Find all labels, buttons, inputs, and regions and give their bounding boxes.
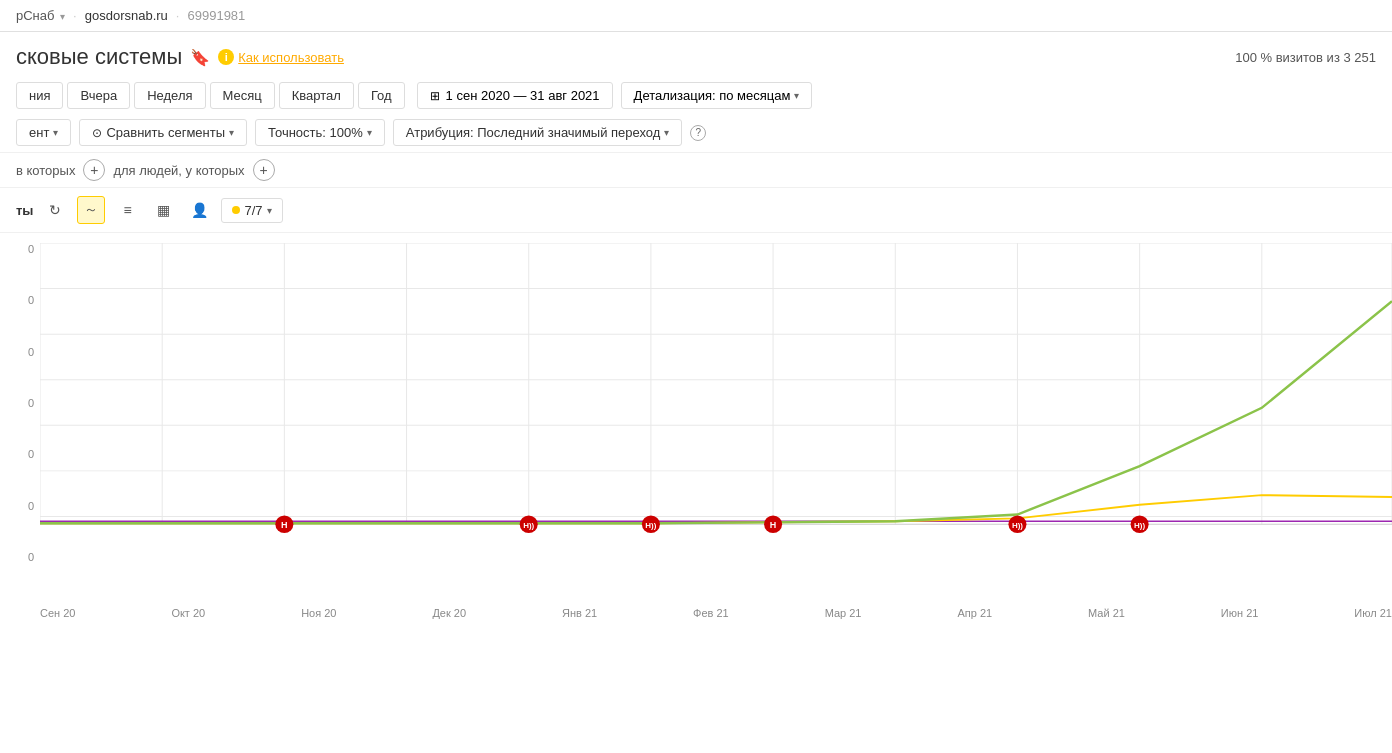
period-btn-year[interactable]: Год [358, 82, 405, 109]
visits-info: 100 % визитов из 3 251 [1235, 50, 1376, 65]
date-range-label: 1 сен 2020 — 31 авг 2021 [446, 88, 600, 103]
chevron-down-icon: ▾ [229, 127, 234, 138]
period-btn-yesterday[interactable]: Вчера [67, 82, 130, 109]
line-chart-icon: ～ [84, 201, 98, 219]
svg-text:Н)): Н)) [523, 521, 534, 530]
annotation-feb21[interactable]: Н)) [642, 515, 660, 532]
add-condition-btn-2[interactable]: + [253, 159, 275, 181]
bar-chart-btn[interactable]: ▦ [149, 196, 177, 224]
accuracy-label: Точность: 100% [268, 125, 363, 140]
yellow-line [40, 495, 1392, 523]
y-axis-labels: 0 0 0 0 0 0 0 [0, 243, 40, 563]
calendar-icon: ⊞ [430, 89, 440, 103]
people-btn[interactable]: 👤 [185, 196, 213, 224]
compare-segments-btn[interactable]: ⊙ Сравнить сегменты ▾ [79, 119, 247, 146]
annotation-noy20[interactable]: Н [275, 515, 293, 532]
chart-toolbar: ты ↻ ～ ≡ ▦ 👤 7/7 ▾ [0, 188, 1392, 233]
date-toolbar: ния Вчера Неделя Месяц Квартал Год ⊞ 1 с… [0, 78, 1392, 113]
annotation-jan21[interactable]: Н)) [520, 515, 538, 532]
segment-toolbar: ент ▾ ⊙ Сравнить сегменты ▾ Точность: 10… [0, 113, 1392, 153]
svg-text:Н: Н [281, 520, 288, 530]
app-name[interactable]: рСнаб ▾ [16, 8, 65, 23]
chevron-down-icon: ▾ [267, 205, 272, 216]
site-url[interactable]: gosdorsnab.ru [85, 8, 168, 23]
chart-svg: Н Н)) Н)) Н Н)) Н)) [40, 243, 1392, 563]
annotation-may21[interactable]: Н)) [1008, 515, 1026, 532]
condition-text-1: в которых [16, 163, 75, 178]
chevron-down-icon: ▾ [664, 127, 669, 138]
detail-btn[interactable]: Детализация: по месяцам ▾ [621, 82, 813, 109]
how-to-use-label: Как использовать [238, 50, 344, 65]
period-btn-today[interactable]: ния [16, 82, 63, 109]
condition-bar: в которых + для людей, у которых + [0, 153, 1392, 188]
site-id: 69991981 [187, 8, 245, 23]
bar-chart-icon: ▦ [157, 202, 170, 218]
metrics-selector-btn[interactable]: 7/7 ▾ [221, 198, 282, 223]
page-title: сковые системы [16, 44, 182, 70]
line-chart-btn[interactable]: ～ [77, 196, 105, 224]
info-icon: i [218, 49, 234, 65]
metrics-count: 7/7 [244, 203, 262, 218]
stack-chart-btn[interactable]: ≡ [113, 196, 141, 224]
svg-text:Н)): Н)) [1012, 521, 1023, 530]
segment-btn[interactable]: ент ▾ [16, 119, 71, 146]
detail-label: Детализация: по месяцам [634, 88, 791, 103]
svg-text:Н)): Н)) [1134, 521, 1145, 530]
svg-text:Н)): Н)) [645, 521, 656, 530]
attribution-info-icon[interactable]: ? [690, 125, 706, 141]
compare-icon: ⊙ [92, 126, 102, 140]
svg-text:Н: Н [770, 520, 777, 530]
bookmark-icon[interactable]: 🔖 [190, 48, 210, 67]
annotation-mar21[interactable]: Н [764, 515, 782, 532]
top-bar: рСнаб ▾ · gosdorsnab.ru · 69991981 [0, 0, 1392, 32]
refresh-btn[interactable]: ↻ [41, 196, 69, 224]
attribution-btn[interactable]: Атрибуция: Последний значимый переход ▾ [393, 119, 683, 146]
chart-area: 0 0 0 0 0 0 0 [0, 233, 1392, 603]
attribution-label: Атрибуция: Последний значимый переход [406, 125, 661, 140]
x-axis-labels: Сен 20 Окт 20 Ноя 20 Дек 20 Янв 21 Фев 2… [0, 603, 1392, 619]
annotation-jun21[interactable]: Н)) [1131, 515, 1149, 532]
chevron-down-icon: ▾ [794, 90, 799, 101]
period-btn-quarter[interactable]: Квартал [279, 82, 354, 109]
period-btn-month[interactable]: Месяц [210, 82, 275, 109]
separator: · [73, 8, 77, 23]
date-range-btn[interactable]: ⊞ 1 сен 2020 — 31 авг 2021 [417, 82, 613, 109]
chevron-down-icon: ▾ [367, 127, 372, 138]
add-condition-btn-1[interactable]: + [83, 159, 105, 181]
chevron-down-icon: ▾ [53, 127, 58, 138]
page-header: сковые системы 🔖 i Как использовать 100 … [0, 32, 1392, 78]
chart-label: ты [16, 203, 33, 218]
people-icon: 👤 [191, 202, 208, 218]
accuracy-btn[interactable]: Точность: 100% ▾ [255, 119, 385, 146]
metrics-dot-icon [232, 206, 240, 214]
stack-chart-icon: ≡ [123, 202, 131, 218]
how-to-use-link[interactable]: i Как использовать [218, 49, 344, 65]
compare-label: Сравнить сегменты [106, 125, 225, 140]
segment-label: ент [29, 125, 49, 140]
site-id-separator: · [176, 8, 180, 23]
condition-text-2: для людей, у которых [113, 163, 244, 178]
period-btn-week[interactable]: Неделя [134, 82, 205, 109]
refresh-icon: ↻ [49, 202, 61, 218]
